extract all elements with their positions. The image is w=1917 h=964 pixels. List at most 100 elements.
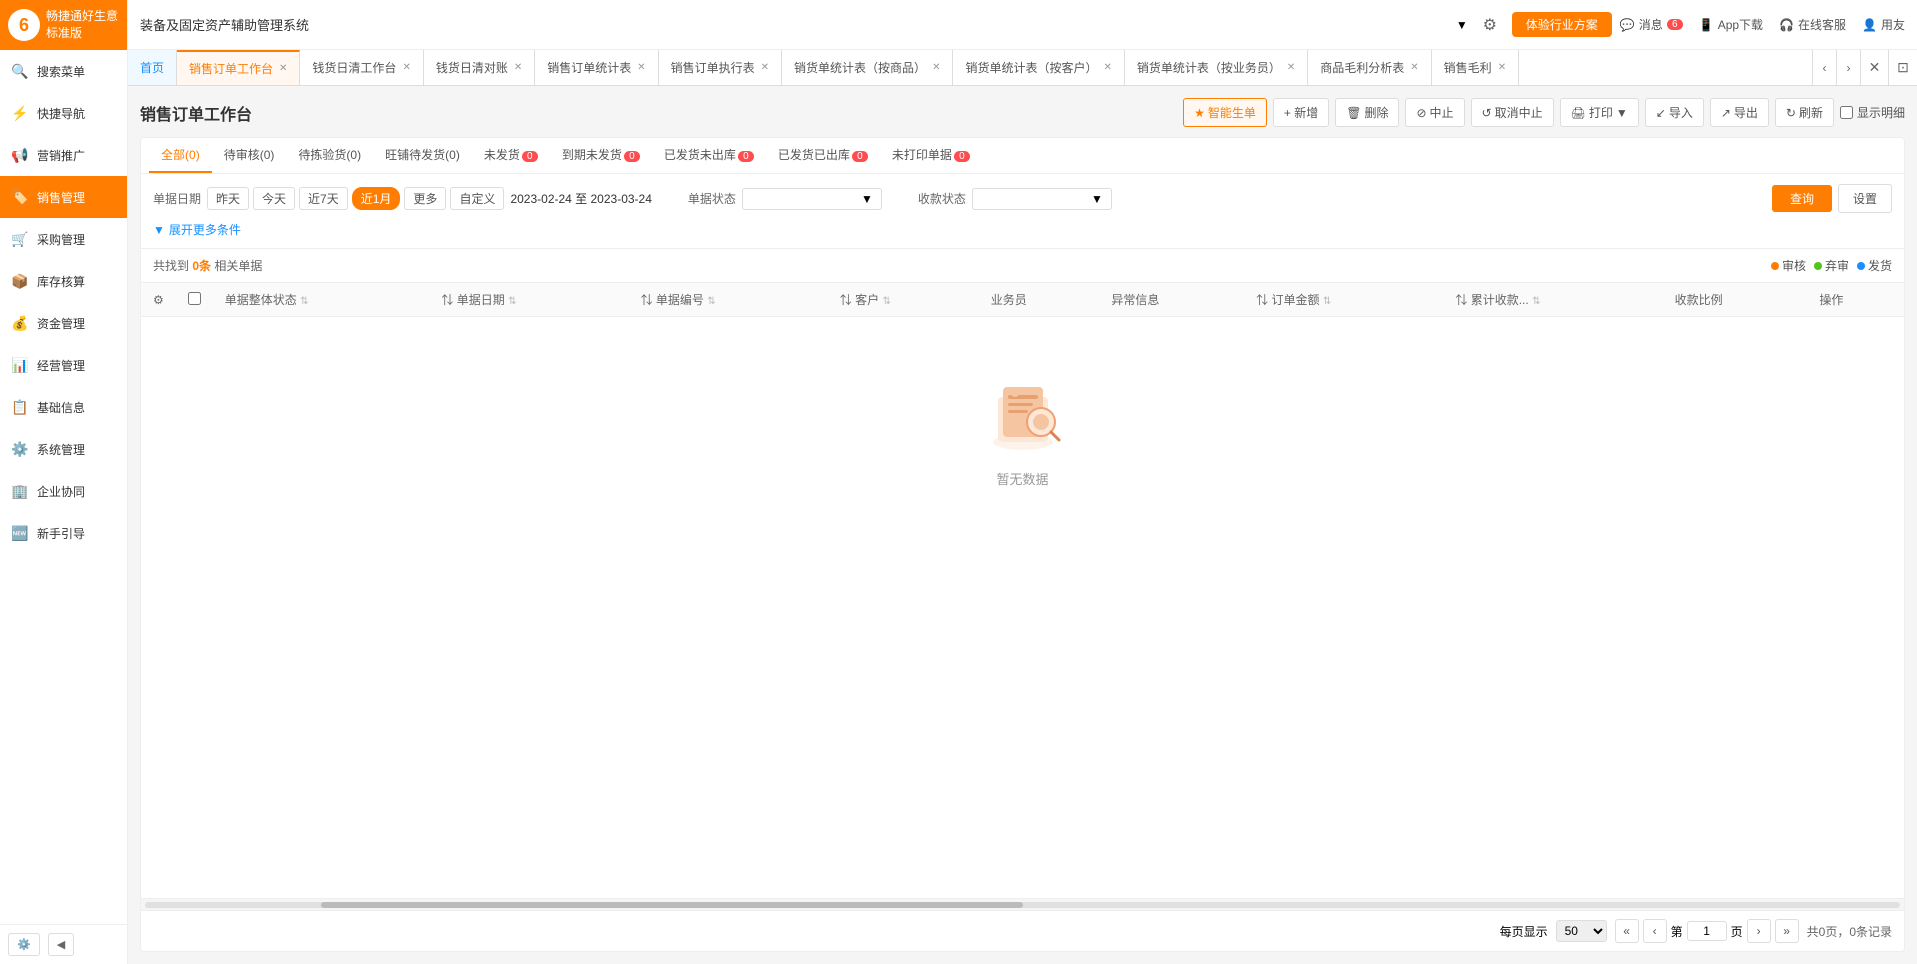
prev-page-btn[interactable]: ‹ — [1643, 919, 1667, 943]
tab-sales-by-customer-close[interactable]: ✕ — [1103, 62, 1111, 73]
app-download-btn[interactable]: 📱 App下载 — [1699, 16, 1763, 33]
import-btn[interactable]: ↙ 导入 — [1645, 98, 1704, 127]
tab-cash-daily[interactable]: 钱货日清工作台 ✕ — [300, 50, 423, 86]
show-detail-checkbox[interactable] — [1840, 106, 1853, 119]
tab-sales-by-product-close[interactable]: ✕ — [932, 62, 940, 73]
th-gear[interactable]: ⚙ — [141, 283, 176, 317]
subtab-not-printed[interactable]: 未打印单据0 — [880, 138, 982, 173]
tab-sales-stats[interactable]: 销售订单统计表 ✕ — [535, 50, 658, 86]
tab-cash-reconcile[interactable]: 钱货日清对账 ✕ — [424, 50, 535, 86]
date-btn-more[interactable]: 更多 — [404, 187, 446, 210]
subtab-shipped-out[interactable]: 已发货已出库0 — [766, 138, 880, 173]
date-btn-yesterday[interactable]: 昨天 — [207, 187, 249, 210]
sidebar-item-basic[interactable]: 📋 基础信息 — [0, 386, 127, 428]
tab-sales-by-product[interactable]: 销货单统计表（按商品） ✕ — [782, 50, 953, 86]
tab-expand[interactable]: ⊡ — [1889, 50, 1917, 86]
th-customer[interactable]: ⇅ 客户 — [828, 283, 979, 317]
tab-sales-workbench[interactable]: 销售订单工作台 ✕ — [177, 50, 300, 86]
tab-sales-exec-close[interactable]: ✕ — [761, 62, 769, 73]
set-btn[interactable]: 设置 — [1838, 184, 1892, 213]
subtab-wangpu[interactable]: 旺铺待发货(0) — [373, 138, 472, 173]
page-size-select[interactable]: 50 10 20 100 — [1556, 920, 1607, 942]
date-btn-7days[interactable]: 近7天 — [299, 187, 348, 210]
tab-sales-by-staff[interactable]: 销货单统计表（按业务员） ✕ — [1125, 50, 1308, 86]
next-page-btn[interactable]: › — [1747, 919, 1771, 943]
sidebar-item-system[interactable]: ⚙️ 系统管理 — [0, 428, 127, 470]
sidebar-item-guide[interactable]: 🆕 新手引导 — [0, 512, 127, 554]
ai-generate-btn[interactable]: ★ 智能生单 — [1183, 98, 1267, 127]
date-btn-1month[interactable]: 近1月 — [352, 187, 401, 210]
select-all-checkbox[interactable] — [188, 292, 201, 305]
tab-scroll-right[interactable]: › — [1837, 50, 1861, 86]
page-number-input[interactable]: 1 — [1687, 921, 1727, 941]
cancel-stop-btn[interactable]: ↺ 取消中止 — [1471, 98, 1554, 127]
collapse-btn[interactable]: ◀ — [48, 933, 74, 956]
payment-select[interactable]: ▼ — [972, 188, 1112, 210]
horizontal-scrollbar[interactable] — [141, 898, 1904, 910]
subtab-not-shipped[interactable]: 未发货0 — [472, 138, 550, 173]
subtab-pending-inspect[interactable]: 待拣验货(0) — [286, 138, 373, 173]
tab-sales-stats-close[interactable]: ✕ — [637, 62, 645, 73]
online-service-btn[interactable]: 🎧 在线客服 — [1779, 16, 1846, 33]
stop-btn[interactable]: ⊘ 中止 — [1405, 98, 1464, 127]
tab-close-current[interactable]: ✕ — [1861, 50, 1889, 86]
sidebar-item-quick-nav[interactable]: ⚡ 快捷导航 — [0, 92, 127, 134]
settings-btn[interactable]: ⚙️ — [8, 933, 40, 956]
tab-sales-profit[interactable]: 销售毛利 ✕ — [1432, 50, 1519, 86]
refresh-btn[interactable]: ↻ 刷新 — [1775, 98, 1834, 127]
date-btn-custom[interactable]: 自定义 — [450, 187, 504, 210]
batch-anti-review-btn[interactable]: 弃审 — [1814, 257, 1849, 274]
tab-sales-exec[interactable]: 销售订单执行表 ✕ — [659, 50, 782, 86]
tab-cash-daily-close[interactable]: ✕ — [402, 62, 410, 73]
sidebar-item-inventory[interactable]: 📦 库存核算 — [0, 260, 127, 302]
date-btn-today[interactable]: 今天 — [253, 187, 295, 210]
sidebar-item-marketing[interactable]: 📢 营销推广 — [0, 134, 127, 176]
subtab-overdue-not-shipped[interactable]: 到期未发货0 — [550, 138, 652, 173]
tab-sales-by-customer[interactable]: 销货单统计表（按客户） ✕ — [953, 50, 1124, 86]
status-select[interactable]: ▼ — [742, 188, 882, 210]
tab-sales-profit-close[interactable]: ✕ — [1498, 62, 1506, 73]
sidebar-item-sales[interactable]: 🏷️ 销售管理 — [0, 176, 127, 218]
tab-scroll-left[interactable]: ‹ — [1813, 50, 1837, 86]
topbar-gear-icon[interactable]: ⚙ — [1476, 11, 1504, 39]
tab-home-label: 首页 — [140, 59, 164, 76]
sidebar-item-operations[interactable]: 📊 经营管理 — [0, 344, 127, 386]
solution-btn[interactable]: 体验行业方案 — [1512, 12, 1612, 37]
export-icon: ↗ — [1721, 106, 1731, 120]
user-menu[interactable]: 👤 用友 — [1862, 16, 1905, 33]
th-number[interactable]: ⇅ 单据编号 — [629, 283, 828, 317]
sidebar-item-finance[interactable]: 💰 资金管理 — [0, 302, 127, 344]
table-header: ⚙ 单据整体状态 ⇅ 单据日期 ⇅ 单据编号 — [141, 283, 1904, 317]
tab-cash-reconcile-close[interactable]: ✕ — [514, 62, 522, 73]
expand-more-btn[interactable]: ▼ 展开更多条件 — [153, 221, 1892, 238]
scrollbar-thumb[interactable] — [321, 902, 1023, 908]
sidebar-item-purchase[interactable]: 🛒 采购管理 — [0, 218, 127, 260]
tab-home[interactable]: 首页 — [128, 50, 177, 86]
print-btn[interactable]: 🖨 打印 ▼ — [1560, 98, 1639, 127]
sidebar-item-enterprise[interactable]: 🏢 企业协同 — [0, 470, 127, 512]
subtab-pending-review[interactable]: 待审核(0) — [212, 138, 287, 173]
subtab-shipped-not-out[interactable]: 已发货未出库0 — [652, 138, 766, 173]
th-amount[interactable]: ⇅ 订单金额 — [1244, 283, 1443, 317]
tab-sales-by-staff-close[interactable]: ✕ — [1287, 62, 1295, 73]
tab-sales-workbench-close[interactable]: ✕ — [279, 63, 287, 74]
th-collected[interactable]: ⇅ 累计收款... — [1443, 283, 1662, 317]
tab-gross-margin-close[interactable]: ✕ — [1410, 62, 1418, 73]
subtab-all[interactable]: 全部(0) — [149, 138, 212, 173]
export-btn[interactable]: ↗ 导出 — [1710, 98, 1769, 127]
last-page-btn[interactable]: » — [1775, 919, 1799, 943]
th-status[interactable]: 单据整体状态 — [213, 283, 430, 317]
query-btn[interactable]: 查询 — [1772, 185, 1832, 212]
show-detail-label[interactable]: 显示明细 — [1840, 104, 1905, 121]
batch-ship-btn[interactable]: 发货 — [1857, 257, 1892, 274]
delete-btn[interactable]: 🗑 删除 — [1335, 98, 1399, 127]
topbar-dropdown[interactable]: ▼ — [1456, 18, 1468, 32]
th-date[interactable]: ⇅ 单据日期 — [429, 283, 628, 317]
sidebar-item-search[interactable]: 🔍 搜索菜单 — [0, 50, 127, 92]
add-btn[interactable]: + 新增 — [1273, 98, 1329, 127]
message-btn[interactable]: 💬 消息 6 — [1620, 16, 1683, 33]
batch-review-btn[interactable]: 审核 — [1771, 257, 1806, 274]
th-check[interactable] — [176, 283, 213, 317]
first-page-btn[interactable]: « — [1615, 919, 1639, 943]
tab-gross-margin[interactable]: 商品毛利分析表 ✕ — [1308, 50, 1431, 86]
